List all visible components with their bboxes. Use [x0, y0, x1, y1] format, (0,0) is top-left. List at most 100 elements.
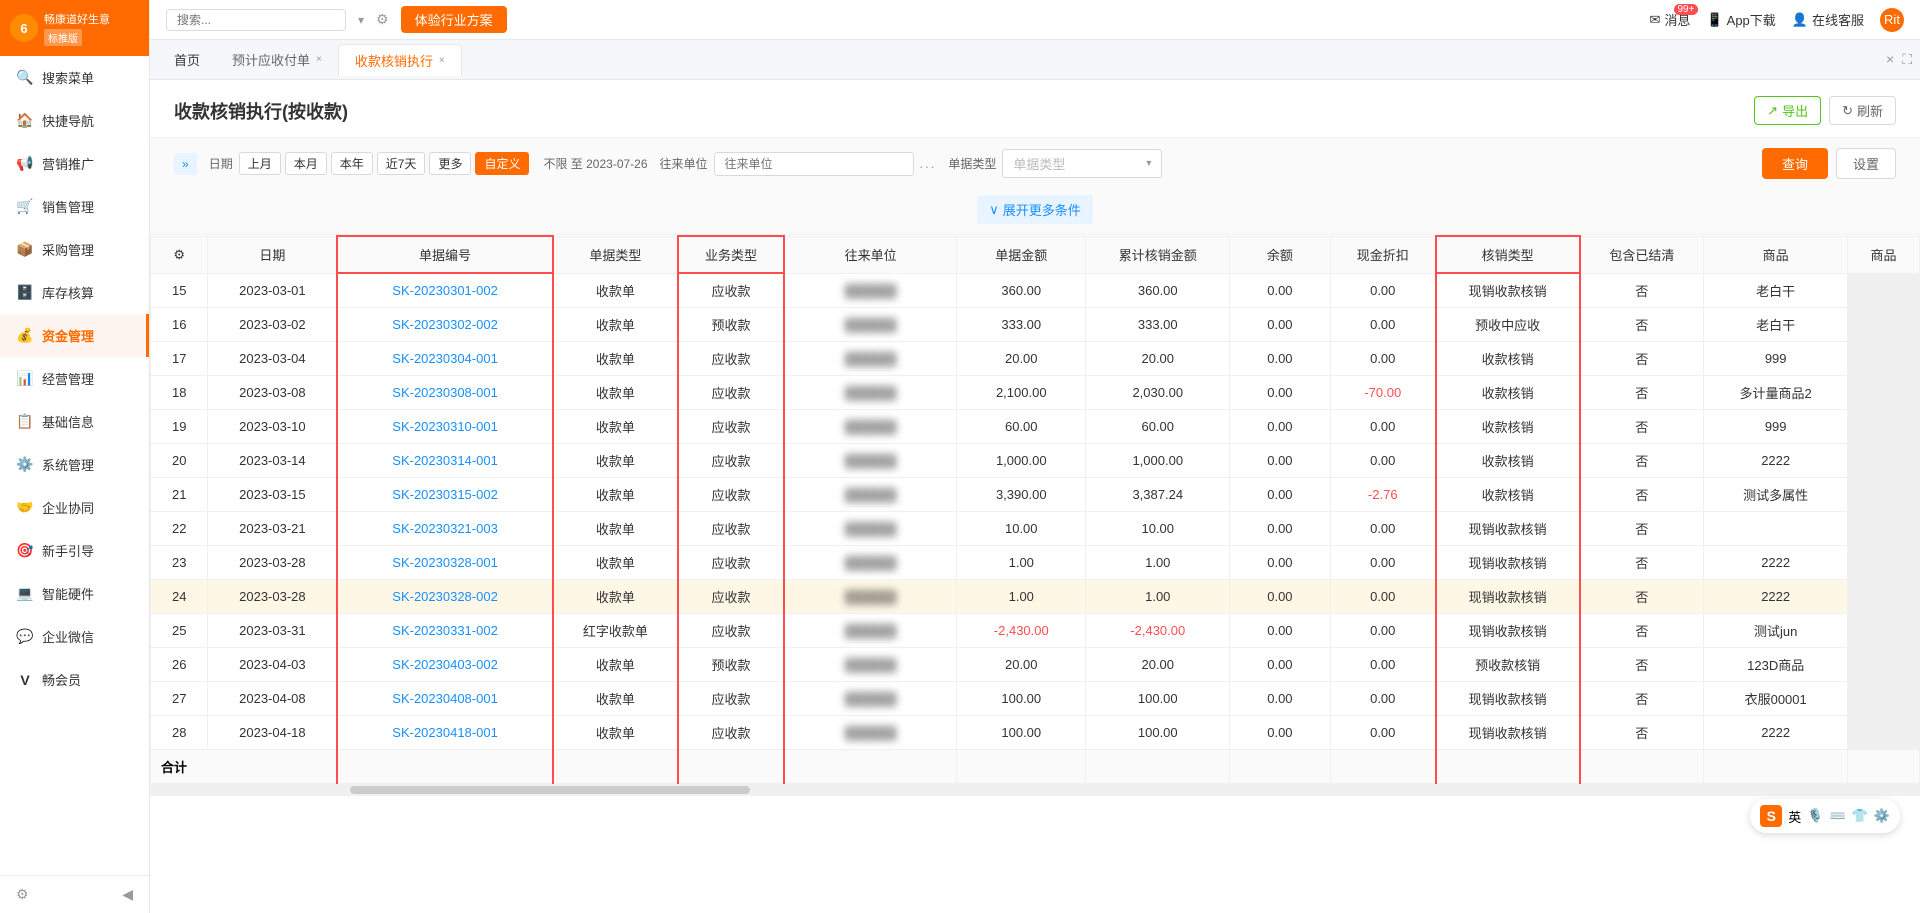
search-icon: 🔍 — [16, 69, 34, 86]
doc-no-link[interactable]: SK-20230403-002 — [392, 657, 498, 672]
tab-home[interactable]: 首页 — [158, 44, 216, 76]
footer-settings-icon[interactable]: ⚙ — [16, 886, 29, 903]
export-button[interactable]: ↗ 导出 — [1754, 96, 1821, 125]
filter-doctype-select[interactable]: 单据类型 ▾ — [1002, 149, 1162, 178]
table-footer-discount — [1330, 750, 1436, 784]
user-avatar[interactable]: Rit — [1880, 8, 1904, 32]
cell-coretype: 现销收款核销 — [1436, 273, 1580, 308]
tab-prepayment-close-icon[interactable]: × — [316, 54, 322, 65]
footer-collapse-icon[interactable]: ◀ — [122, 886, 133, 903]
filter-toggle-button[interactable]: » — [174, 153, 197, 175]
sidebar-item-guide[interactable]: 🎯 新手引导 — [0, 529, 149, 572]
sidebar-item-operation[interactable]: 📊 经营管理 — [0, 357, 149, 400]
cell-goods: 2222 — [1704, 546, 1848, 580]
filter-expand-button[interactable]: ∨ 展开更多条件 — [977, 195, 1093, 224]
doc-no-link[interactable]: SK-20230308-001 — [392, 385, 498, 400]
filter-partner-input[interactable] — [714, 152, 914, 176]
cell-partner: ██████ — [784, 308, 956, 342]
window-close-icon[interactable]: × — [1886, 51, 1894, 68]
sidebar-item-wechat[interactable]: 💬 企业微信 — [0, 615, 149, 658]
doc-no-link[interactable]: SK-20230302-002 — [392, 317, 498, 332]
refresh-button[interactable]: ↻ 刷新 — [1829, 96, 1896, 125]
tab-prepayment[interactable]: 预计应收付单 × — [216, 44, 338, 76]
cell-goods: 999 — [1704, 410, 1848, 444]
scrollbar-thumb[interactable] — [350, 786, 750, 794]
cell-balance: 0.00 — [1230, 546, 1331, 580]
settings-gear-icon[interactable]: ⚙ — [376, 11, 389, 28]
topbar-right: ✉ 消息 99+ 📱 App下载 👤 在线客服 Rit — [1650, 8, 1904, 32]
filter-last-month-btn[interactable]: 上月 — [239, 152, 281, 175]
doc-no-link[interactable]: SK-20230315-002 — [392, 487, 498, 502]
sidebar-item-sales[interactable]: 🛒 销售管理 — [0, 185, 149, 228]
doc-no-link[interactable]: SK-20230328-001 — [392, 555, 498, 570]
doc-no-link[interactable]: SK-20230418-001 — [392, 725, 498, 740]
sidebar-item-inventory[interactable]: 🗄️ 库存核算 — [0, 271, 149, 314]
message-badge[interactable]: ✉ 消息 99+ — [1650, 10, 1691, 29]
mic-icon[interactable]: 🎙️ — [1807, 808, 1823, 824]
grid-icon[interactable]: ⚙️ — [1874, 808, 1890, 824]
cell-doctype: 收款单 — [553, 546, 678, 580]
table-row: 20 2023-03-14 SK-20230314-001 收款单 应收款 ██… — [151, 444, 1920, 478]
cell-amount: 1.00 — [957, 546, 1086, 580]
table-footer-docno — [337, 750, 553, 784]
filter-date-label: 日期 — [209, 155, 233, 172]
tab-collection[interactable]: 收款核销执行 × — [338, 44, 462, 76]
shirt-icon[interactable]: 👕 — [1852, 808, 1868, 824]
dropdown-arrow-icon[interactable]: ▾ — [358, 13, 364, 27]
horizontal-scrollbar[interactable] — [150, 784, 1920, 796]
sidebar-item-member[interactable]: V 畅会员 — [0, 658, 149, 701]
doc-no-link[interactable]: SK-20230331-002 — [392, 623, 498, 638]
sidebar-item-finance[interactable]: 💰 资金管理 — [0, 314, 149, 357]
filter-more-btn[interactable]: 更多 — [429, 152, 471, 175]
search-input[interactable] — [166, 9, 346, 31]
sidebar-item-purchase[interactable]: 📦 采购管理 — [0, 228, 149, 271]
app-download-link[interactable]: 📱 App下载 — [1706, 10, 1775, 29]
sidebar-item-enterprise[interactable]: 🤝 企业协同 — [0, 486, 149, 529]
cell-biztype: 应收款 — [678, 716, 784, 750]
doc-no-link[interactable]: SK-20230328-002 — [392, 589, 498, 604]
table-row: 15 2023-03-01 SK-20230301-002 收款单 应收款 ██… — [151, 273, 1920, 308]
table-row: 26 2023-04-03 SK-20230403-002 收款单 预收款 ██… — [151, 648, 1920, 682]
doc-no-link[interactable]: SK-20230310-001 — [392, 419, 498, 434]
tab-collection-close-icon[interactable]: × — [439, 55, 445, 66]
sidebar-item-search[interactable]: 🔍 搜索菜单 — [0, 56, 149, 99]
filter-7days-btn[interactable]: 近7天 — [377, 152, 426, 175]
sidebar-item-basic[interactable]: 📋 基础信息 — [0, 400, 149, 443]
doc-no-link[interactable]: SK-20230314-001 — [392, 453, 498, 468]
table-footer-partner — [784, 750, 956, 784]
basic-icon: 📋 — [16, 413, 34, 430]
solution-button[interactable]: 体验行业方案 — [401, 6, 507, 33]
filter-this-month-btn[interactable]: 本月 — [285, 152, 327, 175]
sidebar-item-hardware[interactable]: 💻 智能硬件 — [0, 572, 149, 615]
tabs-window-controls: × ⛶ — [1886, 51, 1912, 68]
sidebar-item-quicknav[interactable]: 🏠 快捷导航 — [0, 99, 149, 142]
table-footer-row: 合计 — [151, 750, 1920, 784]
cell-partner: ██████ — [784, 512, 956, 546]
query-button[interactable]: 查询 — [1762, 148, 1828, 179]
doc-no-link[interactable]: SK-20230321-003 — [392, 521, 498, 536]
keyboard-icon[interactable]: ⌨️ — [1829, 808, 1845, 824]
doc-no-link[interactable]: SK-20230301-002 — [392, 283, 498, 298]
cell-amount: 1,000.00 — [957, 444, 1086, 478]
cell-discount: -2.76 — [1330, 478, 1436, 512]
cell-discount: 0.00 — [1330, 410, 1436, 444]
sidebar-item-system[interactable]: ⚙️ 系统管理 — [0, 443, 149, 486]
cell-balance: 0.00 — [1230, 682, 1331, 716]
filter-custom-btn[interactable]: 自定义 — [475, 152, 529, 175]
doc-no-link[interactable]: SK-20230304-001 — [392, 351, 498, 366]
window-expand-icon[interactable]: ⛶ — [1902, 51, 1912, 68]
system-icon: ⚙️ — [16, 456, 34, 473]
filter-this-year-btn[interactable]: 本年 — [331, 152, 373, 175]
cell-doctype: 收款单 — [553, 308, 678, 342]
filter-setting-button[interactable]: 设置 — [1836, 148, 1896, 179]
cell-goodsimg — [1848, 682, 1920, 716]
cell-cumulative: 20.00 — [1086, 342, 1230, 376]
cell-no: 17 — [151, 342, 208, 376]
col-header-settings[interactable]: ⚙ — [151, 236, 208, 273]
doc-no-link[interactable]: SK-20230408-001 — [392, 691, 498, 706]
table-settings-icon[interactable]: ⚙ — [173, 247, 185, 262]
cell-discount: 0.00 — [1330, 614, 1436, 648]
sidebar-item-marketing[interactable]: 📢 营销推广 — [0, 142, 149, 185]
customer-service-link[interactable]: 👤 在线客服 — [1792, 10, 1864, 29]
cell-include: 否 — [1580, 614, 1704, 648]
